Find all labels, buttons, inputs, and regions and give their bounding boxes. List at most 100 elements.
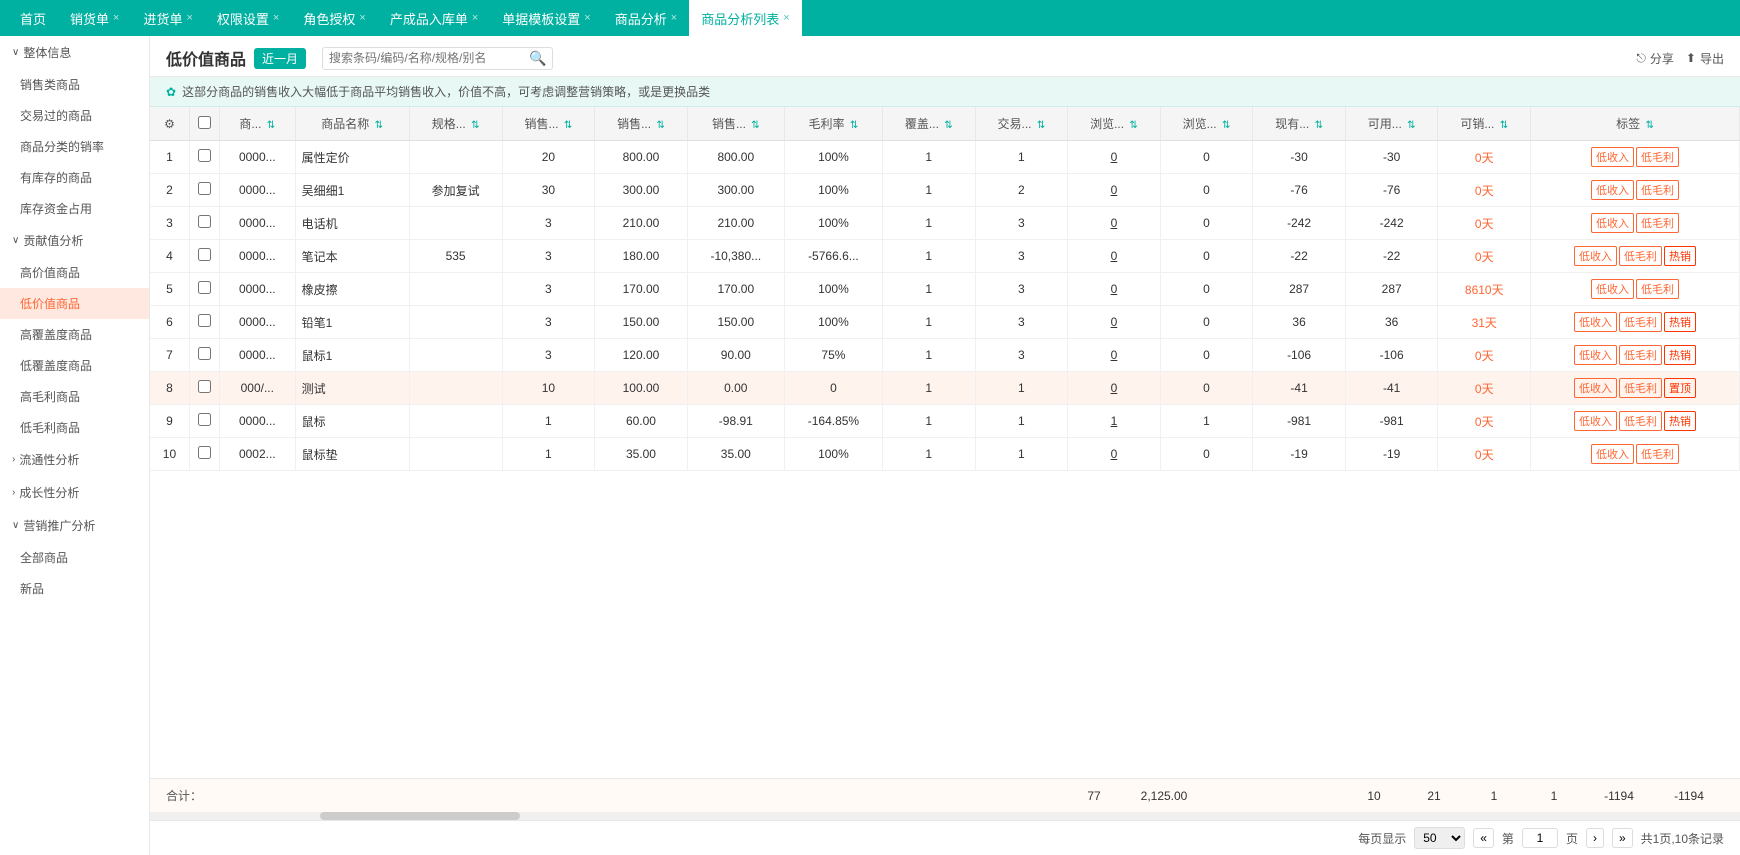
nav-close-permission[interactable]: × xyxy=(273,12,279,24)
sidebar-item-stock-products[interactable]: 有库存的商品 xyxy=(0,162,149,193)
row-views1[interactable]: 0 xyxy=(1068,240,1161,273)
row-views1[interactable]: 1 xyxy=(1068,405,1161,438)
sidebar-section-marketing[interactable]: ∨ 营销推广分析 xyxy=(0,509,149,542)
col-code[interactable]: 商... ⇅ xyxy=(219,107,295,141)
col-gross-margin[interactable]: 毛利率 ⇅ xyxy=(784,107,882,141)
views-link[interactable]: 0 xyxy=(1111,282,1118,296)
views-link[interactable]: 0 xyxy=(1111,150,1118,164)
col-settings[interactable]: ⚙ xyxy=(150,107,189,141)
search-input[interactable] xyxy=(329,51,529,65)
row-views1[interactable]: 0 xyxy=(1068,174,1161,207)
row-checkbox-cell[interactable] xyxy=(189,207,219,240)
row-views1[interactable]: 0 xyxy=(1068,273,1161,306)
nav-sales[interactable]: 销货单 × xyxy=(58,0,131,36)
col-views1[interactable]: 浏览... ⇅ xyxy=(1068,107,1161,141)
sidebar-item-high-margin[interactable]: 高毛利商品 xyxy=(0,381,149,412)
sidebar-item-high-coverage[interactable]: 高覆盖度商品 xyxy=(0,319,149,350)
nav-analysis-list[interactable]: 商品分析列表 × xyxy=(689,0,801,36)
last-page-btn[interactable]: » xyxy=(1612,828,1633,848)
row-checkbox[interactable] xyxy=(198,149,211,162)
per-page-select[interactable]: 50 100 200 xyxy=(1414,827,1465,849)
row-checkbox-cell[interactable] xyxy=(189,405,219,438)
col-transactions[interactable]: 交易... ⇅ xyxy=(975,107,1068,141)
nav-home[interactable]: 首页 xyxy=(8,0,58,36)
col-spec[interactable]: 规格... ⇅ xyxy=(409,107,502,141)
row-checkbox[interactable] xyxy=(198,446,211,459)
sidebar-item-high-value[interactable]: 高价值商品 xyxy=(0,257,149,288)
export-button[interactable]: ⬆ 导出 xyxy=(1686,50,1724,67)
sidebar-item-new-products[interactable]: 新品 xyxy=(0,573,149,604)
col-checkbox[interactable] xyxy=(189,107,219,141)
row-checkbox-cell[interactable] xyxy=(189,339,219,372)
col-tags[interactable]: 标签 ⇅ xyxy=(1531,107,1740,141)
scroll-thumb[interactable] xyxy=(320,812,520,820)
row-checkbox[interactable] xyxy=(198,347,211,360)
views-link[interactable]: 0 xyxy=(1111,348,1118,362)
nav-purchase[interactable]: 进货单 × xyxy=(131,0,204,36)
nav-template[interactable]: 单据模板设置 × xyxy=(490,0,602,36)
share-button[interactable]: ⎋ 分享 xyxy=(1636,50,1674,67)
row-checkbox-cell[interactable] xyxy=(189,306,219,339)
row-checkbox-cell[interactable] xyxy=(189,372,219,405)
nav-close-template[interactable]: × xyxy=(584,12,590,24)
horizontal-scrollbar[interactable] xyxy=(150,812,1740,820)
views-link[interactable]: 0 xyxy=(1111,249,1118,263)
views-link[interactable]: 0 xyxy=(1111,381,1118,395)
row-checkbox-cell[interactable] xyxy=(189,438,219,471)
row-views1[interactable]: 0 xyxy=(1068,438,1161,471)
sidebar-item-all-products[interactable]: 全部商品 xyxy=(0,542,149,573)
row-checkbox-cell[interactable] xyxy=(189,174,219,207)
row-checkbox[interactable] xyxy=(198,314,211,327)
sidebar-section-overview[interactable]: ∨ 整体信息 xyxy=(0,36,149,69)
col-sales-amount[interactable]: 销售... ⇅ xyxy=(687,107,784,141)
col-sales-price[interactable]: 销售... ⇅ xyxy=(595,107,688,141)
nav-role[interactable]: 角色授权 × xyxy=(291,0,377,36)
row-checkbox[interactable] xyxy=(198,413,211,426)
views-link[interactable]: 0 xyxy=(1111,183,1118,197)
col-current-stock[interactable]: 现有... ⇅ xyxy=(1253,107,1346,141)
views-link[interactable]: 0 xyxy=(1111,315,1118,329)
sidebar-section-contribution[interactable]: ∨ 贡献值分析 xyxy=(0,224,149,257)
col-views2[interactable]: 浏览... ⇅ xyxy=(1160,107,1253,141)
nav-close-product-analysis[interactable]: × xyxy=(671,12,677,24)
col-available[interactable]: 可用... ⇅ xyxy=(1345,107,1438,141)
time-badge[interactable]: 近一月 xyxy=(254,48,306,69)
page-number-input[interactable] xyxy=(1522,828,1558,848)
row-checkbox-cell[interactable] xyxy=(189,141,219,174)
nav-close-sales[interactable]: × xyxy=(113,12,119,24)
row-checkbox[interactable] xyxy=(198,380,211,393)
row-views1[interactable]: 0 xyxy=(1068,306,1161,339)
sidebar-item-stock-capital[interactable]: 库存资金占用 xyxy=(0,193,149,224)
row-views1[interactable]: 0 xyxy=(1068,339,1161,372)
views-link[interactable]: 0 xyxy=(1111,447,1118,461)
row-checkbox-cell[interactable] xyxy=(189,273,219,306)
sidebar-item-category-rate[interactable]: 商品分类的销率 xyxy=(0,131,149,162)
sidebar-item-low-value[interactable]: 低价值商品 xyxy=(0,288,149,319)
views-link[interactable]: 0 xyxy=(1111,216,1118,230)
sidebar-item-sales-products[interactable]: 销售类商品 xyxy=(0,69,149,100)
row-views1[interactable]: 0 xyxy=(1068,207,1161,240)
sidebar-section-circulation[interactable]: › 流通性分析 xyxy=(0,443,149,476)
row-views1[interactable]: 0 xyxy=(1068,141,1161,174)
row-checkbox[interactable] xyxy=(198,248,211,261)
nav-permission[interactable]: 权限设置 × xyxy=(205,0,291,36)
sidebar-item-traded-products[interactable]: 交易过的商品 xyxy=(0,100,149,131)
row-views1[interactable]: 0 xyxy=(1068,372,1161,405)
row-checkbox[interactable] xyxy=(198,182,211,195)
select-all-checkbox[interactable] xyxy=(198,116,211,129)
col-sellable[interactable]: 可销... ⇅ xyxy=(1438,107,1531,141)
sidebar-section-growth[interactable]: › 成长性分析 xyxy=(0,476,149,509)
nav-close-stock-in[interactable]: × xyxy=(472,12,478,24)
row-checkbox-cell[interactable] xyxy=(189,240,219,273)
search-icon[interactable]: 🔍 xyxy=(529,50,546,67)
row-checkbox[interactable] xyxy=(198,281,211,294)
nav-close-role[interactable]: × xyxy=(359,12,365,24)
sidebar-item-low-margin[interactable]: 低毛利商品 xyxy=(0,412,149,443)
views-link[interactable]: 1 xyxy=(1111,414,1118,428)
first-page-btn[interactable]: « xyxy=(1473,828,1494,848)
next-page-btn[interactable]: › xyxy=(1586,828,1604,848)
sidebar-item-low-coverage[interactable]: 低覆盖度商品 xyxy=(0,350,149,381)
nav-close-analysis-list[interactable]: × xyxy=(783,12,789,24)
nav-close-purchase[interactable]: × xyxy=(186,12,192,24)
col-sales-qty[interactable]: 销售... ⇅ xyxy=(502,107,595,141)
